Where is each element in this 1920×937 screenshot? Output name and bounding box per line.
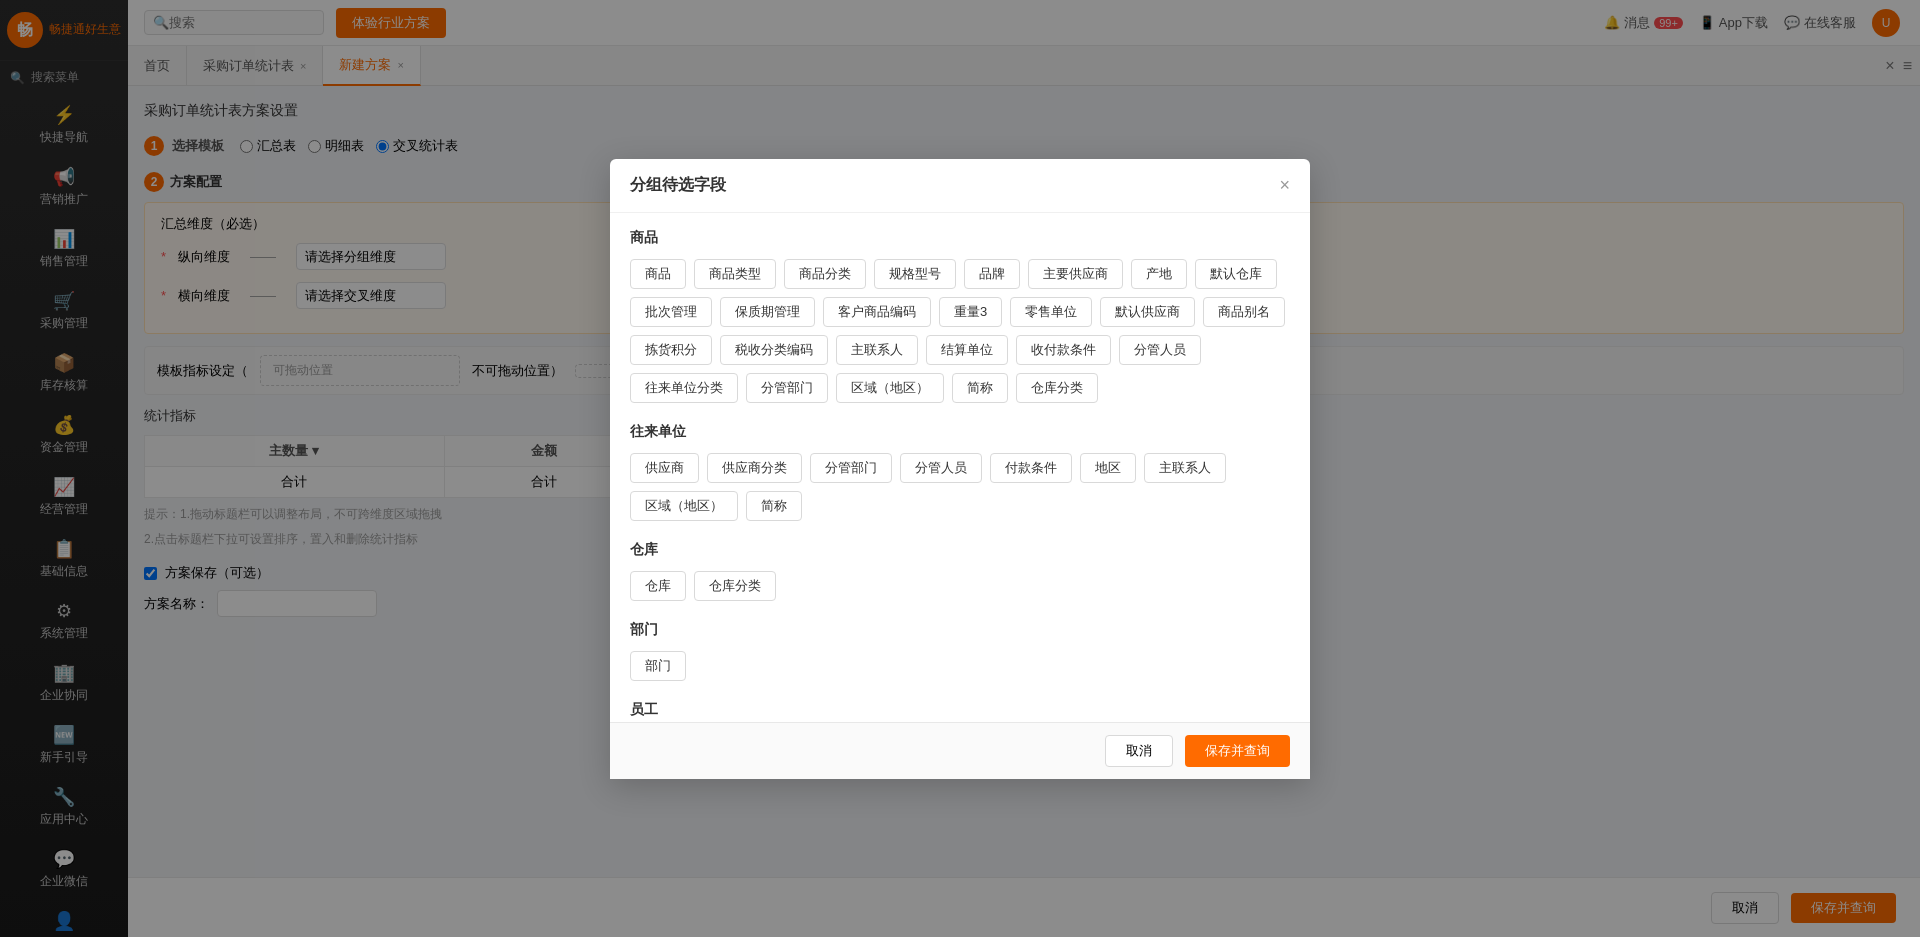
field-tags-department: 部门 [630,651,1290,681]
field-tag[interactable]: 保质期管理 [720,297,815,327]
field-tag[interactable]: 区域（地区） [836,373,944,403]
field-tag[interactable]: 仓库分类 [1016,373,1098,403]
modal-title: 分组待选字段 [630,175,726,196]
field-tag[interactable]: 商品别名 [1203,297,1285,327]
modal-header: 分组待选字段 × [610,159,1310,213]
field-tag[interactable]: 往来单位分类 [630,373,738,403]
field-tag[interactable]: 主要供应商 [1028,259,1123,289]
field-tag[interactable]: 品牌 [964,259,1020,289]
field-tag[interactable]: 主联系人 [836,335,918,365]
field-tag[interactable]: 分管部门 [810,453,892,483]
field-tag[interactable]: 默认仓库 [1195,259,1277,289]
field-tag[interactable]: 重量3 [939,297,1002,327]
modal-close-button[interactable]: × [1279,175,1290,196]
field-tag[interactable]: 分管人员 [900,453,982,483]
field-tag[interactable]: 付款条件 [990,453,1072,483]
section-title-warehouse: 仓库 [630,541,1290,559]
section-title-department: 部门 [630,621,1290,639]
field-tag[interactable]: 拣货积分 [630,335,712,365]
field-tag[interactable]: 区域（地区） [630,491,738,521]
field-tag[interactable]: 商品类型 [694,259,776,289]
modal-cancel-button[interactable]: 取消 [1105,735,1173,767]
field-tag[interactable]: 产地 [1131,259,1187,289]
field-tag[interactable]: 默认供应商 [1100,297,1195,327]
field-tag[interactable]: 分管人员 [1119,335,1201,365]
modal-footer: 取消 保存并查询 [610,722,1310,779]
field-tag[interactable]: 供应商分类 [707,453,802,483]
field-tag[interactable]: 规格型号 [874,259,956,289]
field-tag[interactable]: 仓库 [630,571,686,601]
field-tag[interactable]: 收付款条件 [1016,335,1111,365]
field-tag[interactable]: 主联系人 [1144,453,1226,483]
field-tag[interactable]: 供应商 [630,453,699,483]
field-tags-warehouse: 仓库仓库分类 [630,571,1290,601]
field-section-warehouse: 仓库仓库仓库分类 [630,541,1290,601]
field-tag[interactable]: 税收分类编码 [720,335,828,365]
field-tag[interactable]: 简称 [952,373,1008,403]
field-section-department: 部门部门 [630,621,1290,681]
section-title-partner: 往来单位 [630,423,1290,441]
field-tag[interactable]: 分管部门 [746,373,828,403]
field-tag[interactable]: 仓库分类 [694,571,776,601]
field-tag[interactable]: 批次管理 [630,297,712,327]
field-tag[interactable]: 部门 [630,651,686,681]
field-tag[interactable]: 商品 [630,259,686,289]
modal-confirm-button[interactable]: 保存并查询 [1185,735,1290,767]
modal: 分组待选字段 × 商品商品商品类型商品分类规格型号品牌主要供应商产地默认仓库批次… [610,159,1310,779]
field-section-employee: 员工业务员 [630,701,1290,722]
field-tags-product: 商品商品类型商品分类规格型号品牌主要供应商产地默认仓库批次管理保质期管理客户商品… [630,259,1290,403]
field-section-product: 商品商品商品类型商品分类规格型号品牌主要供应商产地默认仓库批次管理保质期管理客户… [630,229,1290,403]
field-tag[interactable]: 结算单位 [926,335,1008,365]
field-tags-partner: 供应商供应商分类分管部门分管人员付款条件地区主联系人区域（地区） 简称 [630,453,1290,521]
field-tag[interactable]: 地区 [1080,453,1136,483]
field-tag[interactable]: 商品分类 [784,259,866,289]
section-title-employee: 员工 [630,701,1290,719]
modal-body: 商品商品商品类型商品分类规格型号品牌主要供应商产地默认仓库批次管理保质期管理客户… [610,213,1310,722]
field-tag[interactable]: 简称 [746,491,802,521]
section-title-product: 商品 [630,229,1290,247]
field-tag[interactable]: 零售单位 [1010,297,1092,327]
field-tag[interactable]: 客户商品编码 [823,297,931,327]
field-section-partner: 往来单位供应商供应商分类分管部门分管人员付款条件地区主联系人区域（地区） 简称 [630,423,1290,521]
